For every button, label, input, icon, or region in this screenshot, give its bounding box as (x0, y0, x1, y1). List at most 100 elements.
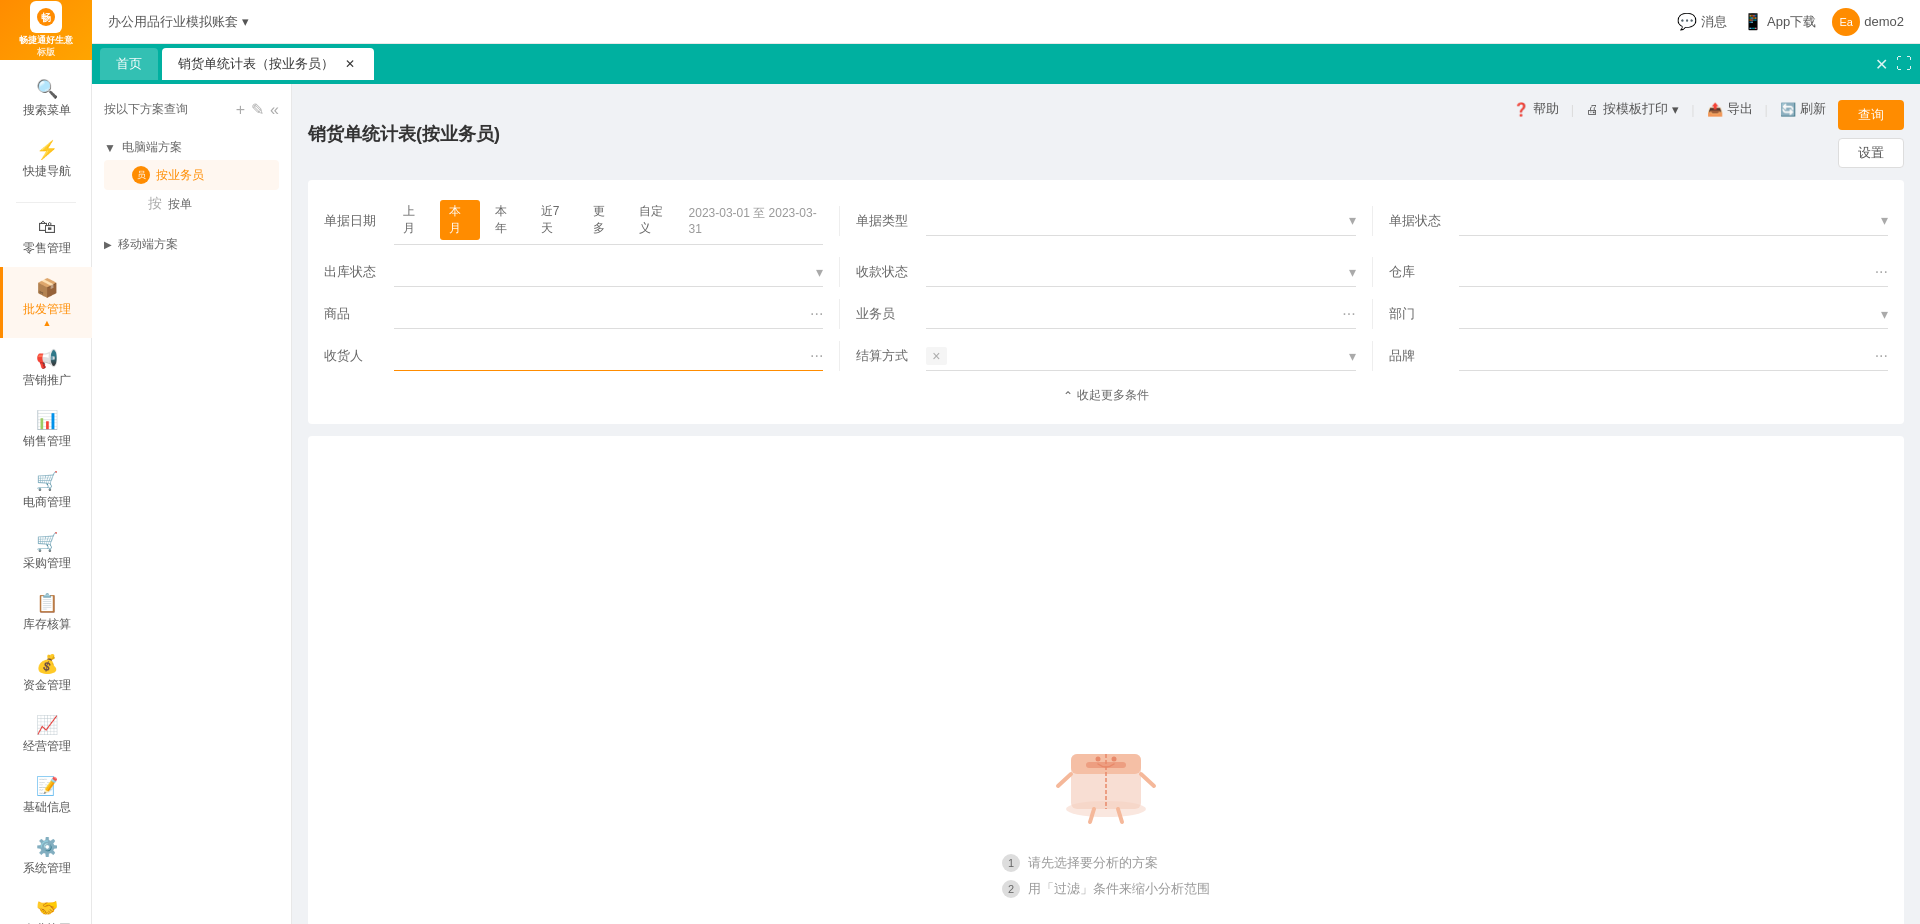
product-control[interactable]: ··· (394, 299, 823, 329)
dept-dropdown-icon[interactable]: ▾ (1881, 306, 1888, 322)
user-profile[interactable]: Ea demo2 (1832, 8, 1904, 36)
tip-text-1: 请先选择要分析的方案 (1028, 854, 1158, 872)
filter-sep-1 (839, 206, 840, 236)
message-button[interactable]: 💬 消息 (1677, 12, 1727, 31)
empty-tip-2: 2 用「过滤」条件来缩小分析范围 (1002, 880, 1210, 898)
brand-more-icon[interactable]: ··· (1875, 347, 1888, 365)
product-more-icon[interactable]: ··· (810, 305, 823, 323)
payment-tag-close-icon[interactable]: × (932, 348, 940, 364)
add-scheme-icon[interactable]: + (236, 101, 245, 119)
collapse-panel-icon[interactable]: « (270, 101, 279, 119)
brand-control[interactable]: ··· (1459, 341, 1888, 371)
export-action[interactable]: 📤 导出 (1707, 100, 1753, 118)
doc-type-dropdown-icon[interactable]: ▾ (1349, 212, 1356, 228)
message-icon: 💬 (1677, 12, 1697, 31)
payment-method-dropdown-icon[interactable]: ▾ (1349, 348, 1356, 364)
tab-close-icon[interactable]: ✕ (342, 56, 358, 72)
sidebar-item-sales[interactable]: 📊 销售管理 (0, 399, 92, 460)
edit-scheme-icon[interactable]: ✎ (251, 100, 264, 119)
scheme-subitem-order[interactable]: 按 按单 (104, 190, 279, 218)
date-last-7[interactable]: 近7天 (532, 200, 578, 240)
sidebar-item-enterprise[interactable]: 🤝 企业协同 (0, 887, 92, 924)
help-label: 帮助 (1533, 100, 1559, 118)
pc-scheme-group-header[interactable]: ▼ 电脑端方案 (104, 135, 279, 160)
payment-status-control[interactable]: ▾ (926, 257, 1355, 287)
doc-status-control[interactable]: ▾ (1459, 206, 1888, 236)
order-scheme-icon: 按 (148, 195, 162, 213)
tab-close-all-icon[interactable]: ✕ (1875, 55, 1888, 74)
tip-num-2: 2 (1002, 880, 1020, 898)
filter-doc-type: 单据类型 ▾ (856, 206, 1355, 236)
scheme-item-salesperson[interactable]: 员 按业务员 (104, 160, 279, 190)
filter-sep-4 (1372, 257, 1373, 287)
sidebar-item-search[interactable]: 🔍 搜索菜单 (0, 68, 92, 129)
sidebar-item-basic[interactable]: 📝 基础信息 (0, 765, 92, 826)
svg-point-11 (1096, 757, 1101, 762)
avatar-text: Ea (1840, 16, 1853, 28)
app-download-button[interactable]: 📱 App下载 (1743, 12, 1816, 31)
sidebar-item-system[interactable]: ⚙️ 系统管理 (0, 826, 92, 887)
filter-consignee: 收货人 ··· (324, 341, 823, 371)
sidebar-item-retail[interactable]: 🛍 零售管理 (0, 207, 92, 267)
left-panel: 按以下方案查询 + ✎ « ▼ 电脑端方案 员 (92, 84, 292, 924)
retail-icon: 🛍 (38, 217, 56, 238)
payment-status-label: 收款状态 (856, 263, 926, 281)
dept-control[interactable]: ▾ (1459, 299, 1888, 329)
sidebar-item-marketing[interactable]: 📢 营销推广 (0, 338, 92, 399)
help-action[interactable]: ❓ 帮助 (1513, 100, 1559, 118)
tab-home[interactable]: 首页 (100, 48, 158, 80)
sidebar-item-wholesale[interactable]: 📦 批发管理 ▲ (0, 267, 92, 338)
settings-button[interactable]: 设置 (1838, 138, 1904, 168)
filter-row-1: 单据日期 上月 本月 本年 近7天 更多 自定义 2023-03-01 至 20… (324, 196, 1888, 245)
consignee-control[interactable]: ··· (394, 341, 823, 371)
consignee-more-icon[interactable]: ··· (810, 347, 823, 365)
doc-type-label: 单据类型 (856, 212, 926, 230)
product-label: 商品 (324, 305, 394, 323)
payment-method-label: 结算方式 (856, 347, 926, 365)
out-status-control[interactable]: ▾ (394, 257, 823, 287)
date-prev-month[interactable]: 上月 (394, 200, 434, 240)
mobile-scheme-header[interactable]: ▶ 移动端方案 (92, 230, 291, 259)
salesperson-more-icon[interactable]: ··· (1342, 305, 1355, 323)
tab-bar: 首页 销货单统计表（按业务员） ✕ ✕ ⛶ (92, 44, 1920, 84)
payment-status-dropdown-icon[interactable]: ▾ (1349, 264, 1356, 280)
sidebar-item-purchase[interactable]: 🛒 采购管理 (0, 521, 92, 582)
left-panel-header: 按以下方案查询 + ✎ « (92, 92, 291, 127)
warehouse-control[interactable]: ··· (1459, 257, 1888, 287)
query-button[interactable]: 查询 (1838, 100, 1904, 130)
tab-sales-stat[interactable]: 销货单统计表（按业务员） ✕ (162, 48, 374, 80)
salesperson-label: 业务员 (856, 305, 926, 323)
empty-illustration (1046, 714, 1166, 834)
refresh-action[interactable]: 🔄 刷新 (1780, 100, 1826, 118)
date-this-year[interactable]: 本年 (486, 200, 526, 240)
doc-status-dropdown-icon[interactable]: ▾ (1881, 212, 1888, 228)
salesperson-control[interactable]: ··· (926, 299, 1355, 329)
wholesale-icon: 📦 (36, 277, 58, 299)
tab-expand-icon[interactable]: ⛶ (1896, 55, 1912, 73)
print-action[interactable]: 🖨 按模板打印 ▾ (1586, 100, 1679, 118)
pc-group-arrow: ▼ (104, 141, 116, 155)
date-more[interactable]: 更多 (584, 200, 624, 240)
sidebar-item-operation[interactable]: 📈 经营管理 (0, 704, 92, 765)
filter-payment-status: 收款状态 ▾ (856, 257, 1355, 287)
phone-icon: 📱 (1743, 12, 1763, 31)
date-custom[interactable]: 自定义 (630, 200, 681, 240)
payment-method-tags: × (926, 347, 1344, 365)
out-status-dropdown-icon[interactable]: ▾ (816, 264, 823, 280)
sales-icon: 📊 (36, 409, 58, 431)
filter-salesperson: 业务员 ··· (856, 299, 1355, 329)
date-this-month[interactable]: 本月 (440, 200, 480, 240)
collapse-button[interactable]: ⌃ 收起更多条件 (1051, 383, 1161, 408)
warehouse-more-icon[interactable]: ··· (1875, 263, 1888, 281)
sidebar-item-finance[interactable]: 💰 资金管理 (0, 643, 92, 704)
sidebar-item-inventory[interactable]: 📋 库存核算 (0, 582, 92, 643)
pc-group-label: 电脑端方案 (122, 139, 182, 156)
breadcrumb-dropdown[interactable]: 办公用品行业模拟账套 ▾ (108, 13, 249, 31)
sidebar-item-quick[interactable]: ⚡ 快捷导航 (0, 129, 92, 190)
filter-out-status: 出库状态 ▾ (324, 257, 823, 287)
sidebar-item-ecommerce[interactable]: 🛒 电商管理 (0, 460, 92, 521)
doc-type-control[interactable]: ▾ (926, 206, 1355, 236)
content-area: 按以下方案查询 + ✎ « ▼ 电脑端方案 员 (92, 84, 1920, 924)
inventory-icon: 📋 (36, 592, 58, 614)
app-logo: 畅 畅捷通好生意 标版 (0, 0, 92, 60)
